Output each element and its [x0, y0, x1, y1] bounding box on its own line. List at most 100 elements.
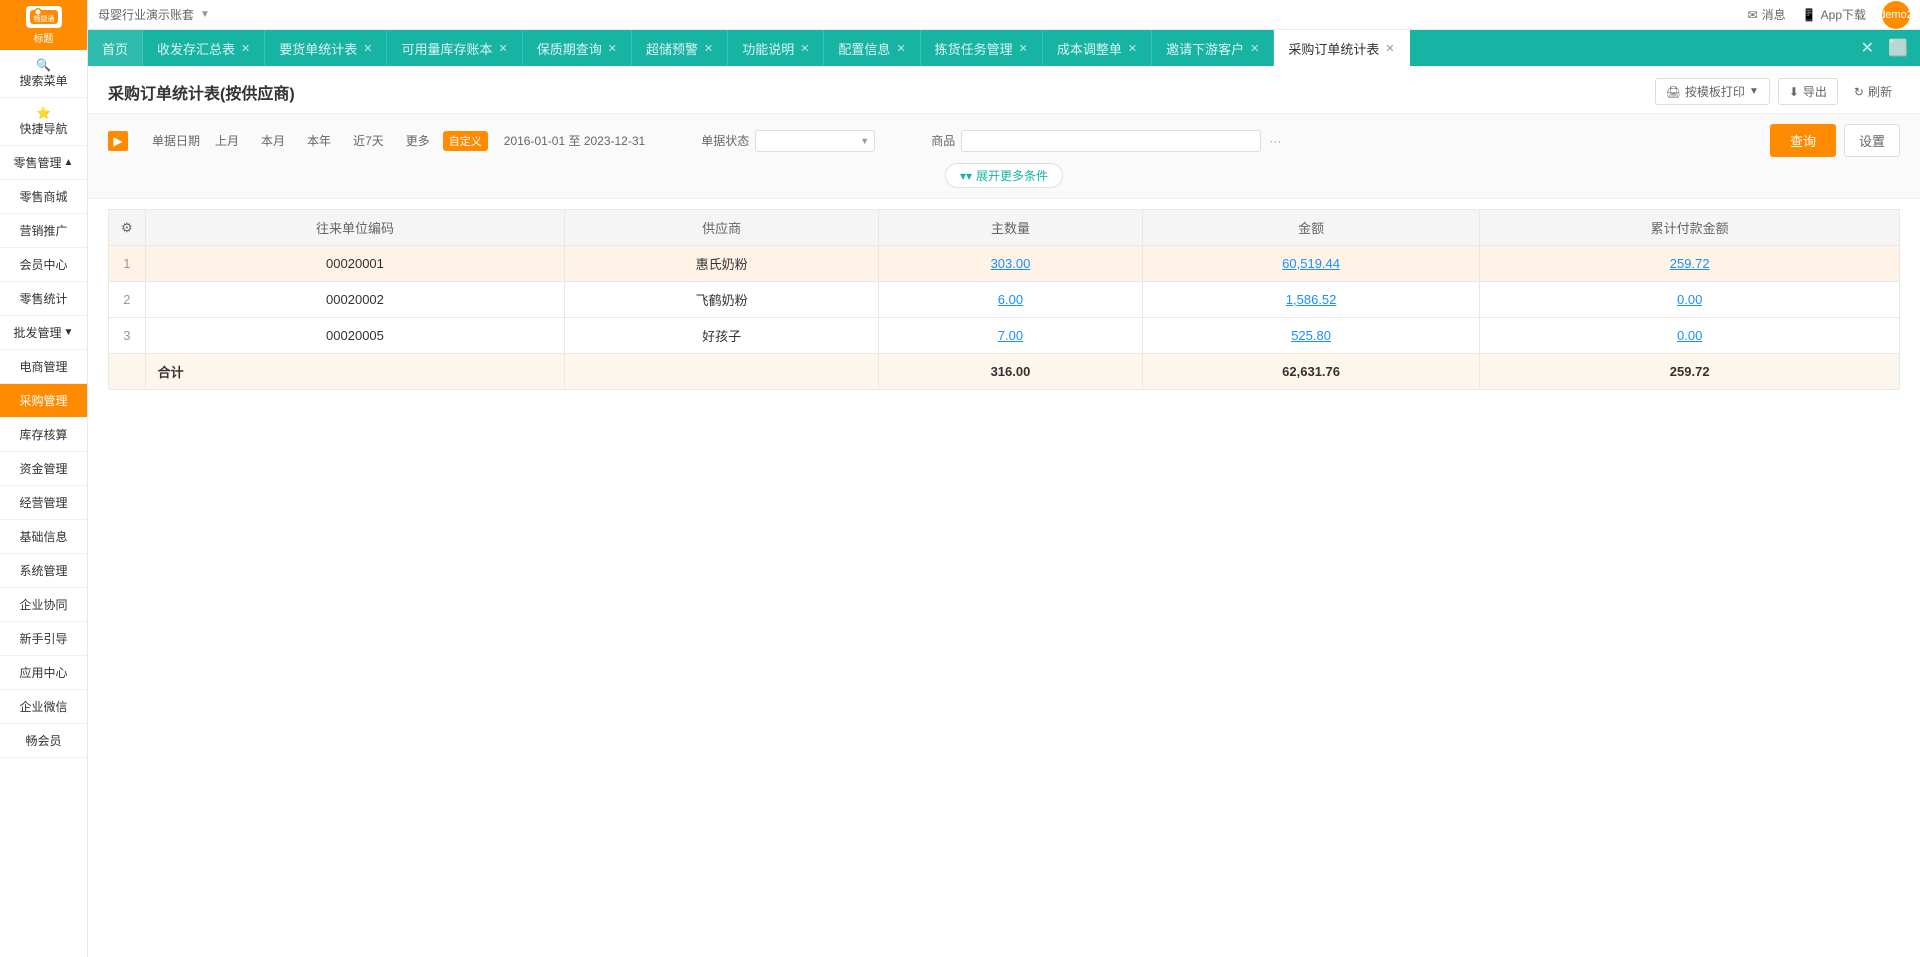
sidebar-item-member[interactable]: 会员中心	[0, 248, 87, 282]
workspace-selector[interactable]: 母婴行业演示账套 ▼	[98, 6, 210, 23]
workspace-label: 母婴行业演示账套	[98, 6, 194, 23]
sidebar-search[interactable]: 🔍 搜索菜单	[0, 50, 87, 98]
goods-more-icon[interactable]: ···	[1269, 134, 1281, 148]
sidebar-item-new-guide[interactable]: 新手引导	[0, 622, 87, 656]
row-paid[interactable]: 0.00	[1480, 318, 1900, 354]
close-tab-icon[interactable]: ✕	[704, 42, 713, 55]
tab-invite-downstream[interactable]: 邀请下游客户 ✕	[1152, 30, 1274, 66]
app-download-btn[interactable]: 📱 App下载	[1802, 6, 1866, 23]
data-table: ⚙ 往来单位编码 供应商 主数量 金额 累计付款金额 1 00020001 惠氏…	[108, 209, 1900, 390]
sidebar-item-system[interactable]: 系统管理	[0, 554, 87, 588]
tab-available-stock[interactable]: 可用量库存账本 ✕	[387, 30, 522, 66]
filter-date-range: 2016-01-01 至 2023-12-31	[504, 132, 645, 149]
sidebar-item-enterprise[interactable]: 企业协同	[0, 588, 87, 622]
setting-btn[interactable]: 设置	[1844, 124, 1900, 157]
export-icon: ⬇	[1789, 85, 1799, 99]
sidebar-item-retail-mall[interactable]: 零售商城	[0, 180, 87, 214]
tab-config-info[interactable]: 配置信息 ✕	[824, 30, 920, 66]
expand-filters-btn[interactable]: ▾▾ 展开更多条件	[945, 163, 1063, 188]
print-dropdown-icon: ▼	[1749, 86, 1759, 97]
sidebar-item-retail[interactable]: 零售管理 ▲	[0, 146, 87, 180]
filter-area: ▶ 单据日期 上月 本月 本年 近7天 更多 自定义 2016-01-01 至 …	[88, 114, 1920, 199]
filter-date-item: 单据日期 上月 本月 本年 近7天 更多 自定义	[152, 129, 488, 152]
table-settings-col[interactable]: ⚙	[109, 210, 146, 246]
restore-tab-btn[interactable]: ⬜	[1884, 36, 1912, 60]
tab-over-stock-warning[interactable]: 超储预警 ✕	[632, 30, 728, 66]
sidebar-item-retail-stats[interactable]: 零售统计	[0, 282, 87, 316]
tab-function-desc[interactable]: 功能说明 ✕	[728, 30, 824, 66]
close-active-tab-icon[interactable]: ✕	[1385, 42, 1394, 55]
toggle-filter-btn[interactable]: ▶	[108, 131, 128, 151]
sidebar-item-ecommerce[interactable]: 电商管理	[0, 350, 87, 384]
row-supplier: 惠氏奶粉	[565, 246, 879, 282]
sidebar-item-enterprise-wechat[interactable]: 企业微信	[0, 690, 87, 724]
tab-cost-adjust[interactable]: 成本调整单 ✕	[1043, 30, 1152, 66]
close-tab-icon[interactable]: ✕	[499, 42, 508, 55]
refresh-btn[interactable]: ↻ 刷新	[1846, 79, 1900, 104]
row-amount[interactable]: 1,586.52	[1142, 282, 1479, 318]
sidebar: 畅捷通 标题 🔍 搜索菜单 ⭐ 快捷导航 零售管理 ▲ 零售商城 营销推广 会员…	[0, 0, 88, 957]
date-shortcut-this-year[interactable]: 本年	[298, 129, 340, 152]
tab-purchase-summary[interactable]: 采购订单统计表 ✕	[1274, 30, 1409, 66]
tab-receive-summary[interactable]: 收发存汇总表 ✕	[143, 30, 265, 66]
app-logo: 畅捷通 标题	[0, 0, 87, 50]
user-avatar[interactable]: demo2	[1882, 1, 1910, 29]
col-amount: 金额	[1142, 210, 1479, 246]
row-amount[interactable]: 525.80	[1142, 318, 1479, 354]
date-custom-label[interactable]: 自定义	[443, 131, 488, 151]
table-row: 1 00020001 惠氏奶粉 303.00 60,519.44 259.72	[109, 246, 1900, 282]
sidebar-item-marketing[interactable]: 营销推广	[0, 214, 87, 248]
row-qty[interactable]: 6.00	[879, 282, 1143, 318]
sidebar-item-member2[interactable]: 畅会员	[0, 724, 87, 758]
sidebar-item-finance[interactable]: 资金管理	[0, 452, 87, 486]
sidebar-item-operations[interactable]: 经营管理	[0, 486, 87, 520]
logo-icon: 畅捷通	[26, 6, 62, 28]
close-all-tabs-btn[interactable]: ✕	[1857, 36, 1878, 60]
main-area: 母婴行业演示账套 ▼ ✉ 消息 📱 App下载 demo2 首页 收发存汇总表 …	[88, 0, 1920, 957]
export-btn[interactable]: ⬇ 导出	[1778, 78, 1838, 105]
row-seq: 3	[109, 318, 146, 354]
close-tab-icon[interactable]: ✕	[896, 42, 905, 55]
close-tab-icon[interactable]: ✕	[1019, 42, 1028, 55]
row-qty[interactable]: 303.00	[879, 246, 1143, 282]
row-paid[interactable]: 259.72	[1480, 246, 1900, 282]
sidebar-quick-nav[interactable]: ⭐ 快捷导航	[0, 98, 87, 146]
sidebar-item-app-center[interactable]: 应用中心	[0, 656, 87, 690]
goods-input[interactable]	[961, 130, 1261, 152]
page-title: 采购订单统计表(按供应商)	[108, 80, 295, 104]
download-icon: 📱	[1802, 8, 1817, 22]
row-seq: 2	[109, 282, 146, 318]
tab-home[interactable]: 首页	[88, 30, 143, 66]
close-tab-icon[interactable]: ✕	[1128, 42, 1137, 55]
close-tab-icon[interactable]: ✕	[800, 42, 809, 55]
row-qty[interactable]: 7.00	[879, 318, 1143, 354]
date-shortcut-last-month[interactable]: 上月	[206, 129, 248, 152]
table-body: 1 00020001 惠氏奶粉 303.00 60,519.44 259.72 …	[109, 246, 1900, 354]
date-shortcut-this-month[interactable]: 本月	[252, 129, 294, 152]
tab-requisition-summary[interactable]: 要货单统计表 ✕	[265, 30, 387, 66]
close-tab-icon[interactable]: ✕	[241, 42, 250, 55]
status-select[interactable]	[755, 130, 875, 152]
close-tab-icon[interactable]: ✕	[363, 42, 372, 55]
print-btn[interactable]: 🖨 按模板打印 ▼	[1655, 78, 1770, 105]
close-tab-icon[interactable]: ✕	[1250, 42, 1259, 55]
expand-filters-row: ▾▾ 展开更多条件	[108, 157, 1900, 188]
query-btn[interactable]: 查询	[1770, 124, 1836, 157]
message-icon: ✉	[1748, 8, 1758, 22]
close-tab-icon[interactable]: ✕	[608, 42, 617, 55]
sidebar-item-inventory[interactable]: 库存核算	[0, 418, 87, 452]
col-paid: 累计付款金额	[1480, 210, 1900, 246]
date-shortcut-more[interactable]: 更多	[397, 129, 439, 152]
sidebar-item-basic-info[interactable]: 基础信息	[0, 520, 87, 554]
tab-pick-task[interactable]: 拣货任务管理 ✕	[921, 30, 1043, 66]
sidebar-item-purchase[interactable]: 采购管理	[0, 384, 87, 418]
message-btn[interactable]: ✉ 消息	[1748, 6, 1786, 23]
row-amount[interactable]: 60,519.44	[1142, 246, 1479, 282]
date-shortcut-7days[interactable]: 近7天	[344, 129, 393, 152]
tab-expiry-query[interactable]: 保质期查询 ✕	[523, 30, 632, 66]
sidebar-item-wholesale[interactable]: 批发管理 ▼	[0, 316, 87, 350]
col-qty: 主数量	[879, 210, 1143, 246]
expand-icon: ▾▾	[960, 169, 972, 183]
row-paid[interactable]: 0.00	[1480, 282, 1900, 318]
goods-label: 商品	[931, 132, 955, 149]
